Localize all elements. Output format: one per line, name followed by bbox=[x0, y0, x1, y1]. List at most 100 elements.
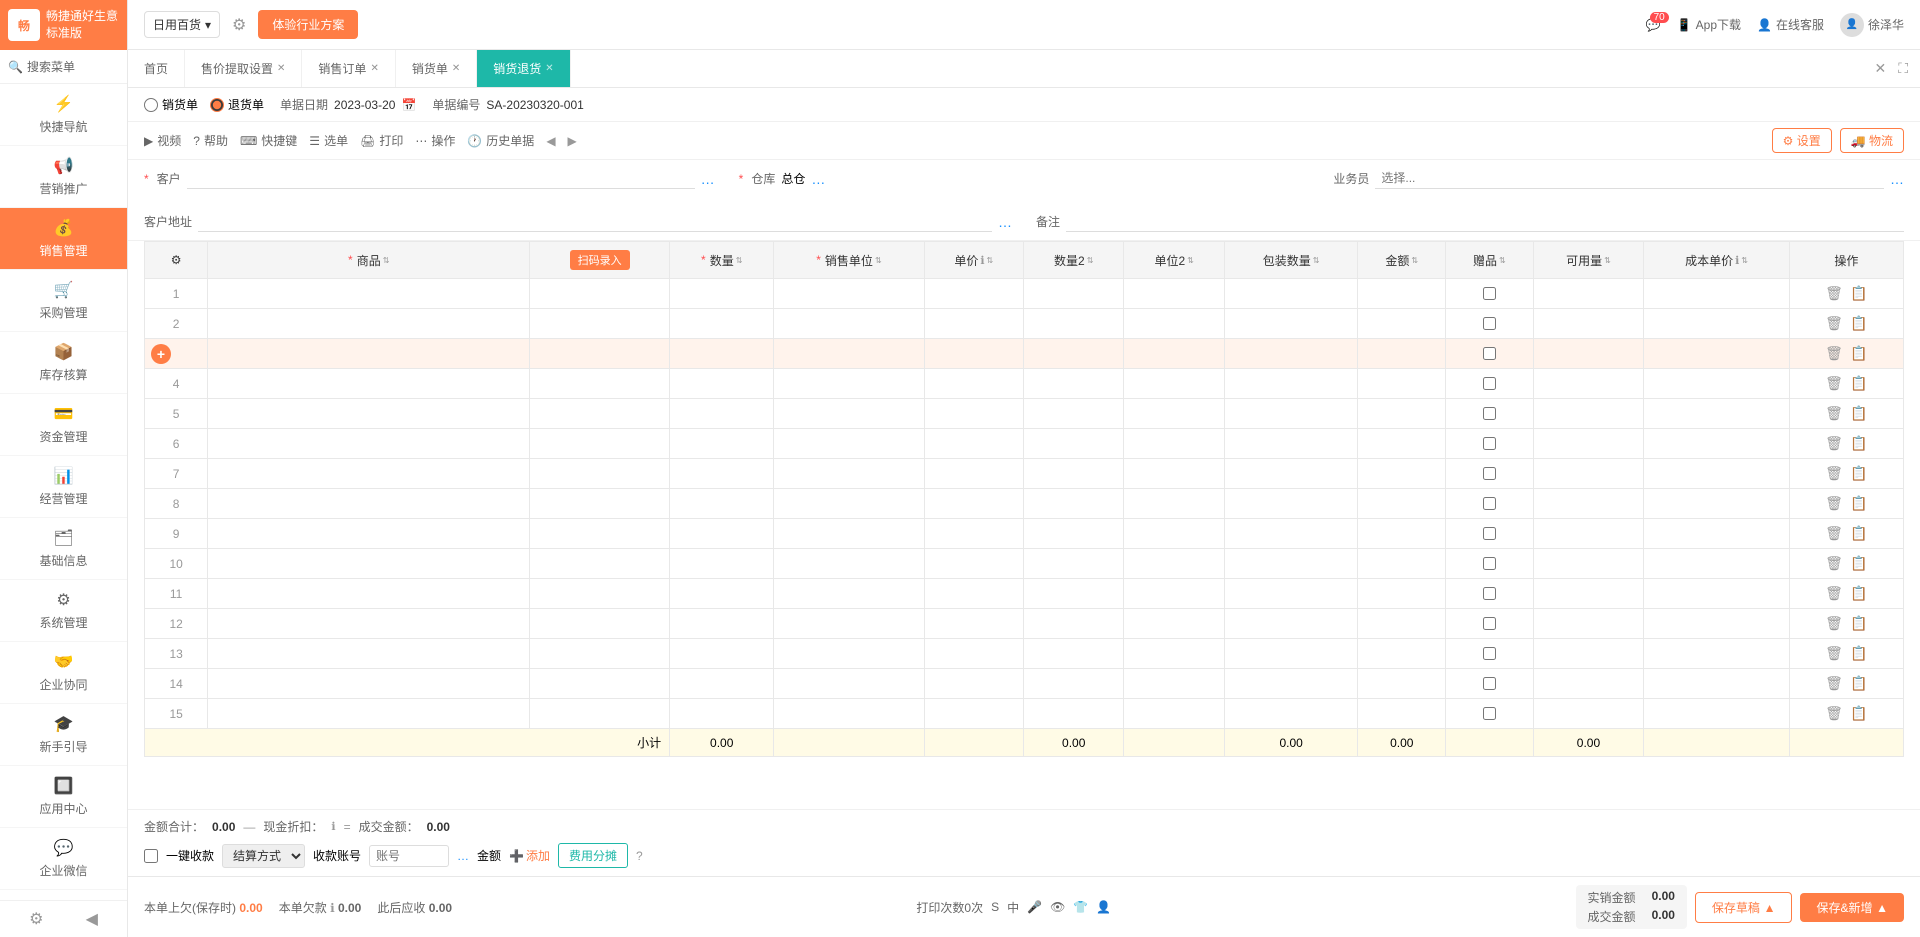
tab-sales_return[interactable]: 销货退货✕ bbox=[477, 50, 570, 87]
collapse-icon[interactable]: ◀ bbox=[86, 909, 98, 929]
sales-out-radio[interactable]: 销货单 bbox=[144, 96, 198, 113]
qty2-cell-8[interactable] bbox=[1024, 489, 1124, 519]
pkg-cell-12[interactable] bbox=[1224, 609, 1358, 639]
amount-cell-3[interactable] bbox=[1358, 339, 1446, 369]
amount-cell-9[interactable] bbox=[1358, 519, 1446, 549]
price-info-icon[interactable]: ℹ bbox=[980, 254, 984, 267]
price-cell-6[interactable] bbox=[924, 429, 1023, 459]
cost-cell-11[interactable] bbox=[1644, 579, 1789, 609]
gift-cell-2[interactable] bbox=[1446, 309, 1534, 339]
unit-cell-8[interactable] bbox=[774, 489, 924, 519]
pkg-cell-8[interactable] bbox=[1224, 489, 1358, 519]
price-cell-10[interactable] bbox=[924, 549, 1023, 579]
unit2-cell-7[interactable] bbox=[1124, 459, 1224, 489]
cost-cell-4[interactable] bbox=[1644, 369, 1789, 399]
search-menu[interactable]: 🔍 搜索菜单 bbox=[0, 50, 127, 84]
amount-cell-10[interactable] bbox=[1358, 549, 1446, 579]
unit2-cell-11[interactable] bbox=[1124, 579, 1224, 609]
qty-cell-15[interactable] bbox=[670, 699, 774, 729]
product-input-3[interactable] bbox=[214, 347, 523, 361]
amount-cell-7[interactable] bbox=[1358, 459, 1446, 489]
avail-cell-2[interactable] bbox=[1533, 309, 1644, 339]
gift-cell-3[interactable] bbox=[1446, 339, 1534, 369]
address-select-btn[interactable]: … bbox=[998, 214, 1012, 230]
product-cell-15[interactable] bbox=[208, 699, 530, 729]
pkg-cell-5[interactable] bbox=[1224, 399, 1358, 429]
copy-btn-7[interactable]: 📋 bbox=[1848, 463, 1869, 484]
add-payment-btn[interactable]: ➕ 添加 bbox=[509, 847, 550, 864]
price-cell-15[interactable] bbox=[924, 699, 1023, 729]
pkg-cell-13[interactable] bbox=[1224, 639, 1358, 669]
price-cell-14[interactable] bbox=[924, 669, 1023, 699]
sort-qty2-icon[interactable]: ⇅ bbox=[1087, 256, 1094, 265]
amount-cell-4[interactable] bbox=[1358, 369, 1446, 399]
amount-cell-2[interactable] bbox=[1358, 309, 1446, 339]
delete-btn-5[interactable]: 🗑 bbox=[1823, 403, 1845, 424]
qty2-cell-6[interactable] bbox=[1024, 429, 1124, 459]
th-scan[interactable]: 扫码录入 bbox=[530, 242, 670, 279]
industry-select[interactable]: 日用百货 ▾ bbox=[144, 11, 220, 38]
sort-pkg-icon[interactable]: ⇅ bbox=[1313, 256, 1320, 265]
pkg-cell-14[interactable] bbox=[1224, 669, 1358, 699]
unit2-cell-9[interactable] bbox=[1124, 519, 1224, 549]
delete-btn-7[interactable]: 🗑 bbox=[1823, 463, 1845, 484]
gift-cell-7[interactable] bbox=[1446, 459, 1534, 489]
settings-btn[interactable]: ⚙ 设置 bbox=[1772, 128, 1832, 153]
amount-cell-13[interactable] bbox=[1358, 639, 1446, 669]
select-action[interactable]: ☰ 选单 bbox=[309, 132, 348, 149]
cost-cell-8[interactable] bbox=[1644, 489, 1789, 519]
delete-btn-12[interactable]: 🗑 bbox=[1823, 613, 1845, 634]
qty2-cell-7[interactable] bbox=[1024, 459, 1124, 489]
delete-btn-4[interactable]: 🗑 bbox=[1823, 373, 1845, 394]
delete-btn-3[interactable]: 🗑 bbox=[1823, 343, 1845, 364]
sidebar-item-system[interactable]: ⚙系统管理 bbox=[0, 580, 127, 642]
avail-cell-11[interactable] bbox=[1533, 579, 1644, 609]
copy-btn-2[interactable]: 📋 bbox=[1848, 313, 1869, 334]
unit-cell-14[interactable] bbox=[774, 669, 924, 699]
operate-action[interactable]: ⋯ 操作 bbox=[415, 132, 455, 149]
scan-btn[interactable]: 扫码录入 bbox=[570, 250, 630, 270]
avail-cell-8[interactable] bbox=[1533, 489, 1644, 519]
avail-cell-13[interactable] bbox=[1533, 639, 1644, 669]
logistics-btn[interactable]: 🚚 物流 bbox=[1840, 128, 1904, 153]
price-cell-7[interactable] bbox=[924, 459, 1023, 489]
product-cell-9[interactable] bbox=[208, 519, 530, 549]
qty2-cell-9[interactable] bbox=[1024, 519, 1124, 549]
tool-s-icon[interactable]: S bbox=[991, 900, 999, 914]
product-cell-6[interactable] bbox=[208, 429, 530, 459]
sidebar-item-marketing[interactable]: 📢营销推广 bbox=[0, 146, 127, 208]
app-download-item[interactable]: 📱 App下载 bbox=[1677, 16, 1741, 33]
price-cell-11[interactable] bbox=[924, 579, 1023, 609]
delete-btn-13[interactable]: 🗑 bbox=[1823, 643, 1845, 664]
copy-btn-10[interactable]: 📋 bbox=[1848, 553, 1869, 574]
help-action[interactable]: ? 帮助 bbox=[193, 132, 228, 149]
cost-cell-12[interactable] bbox=[1644, 609, 1789, 639]
copy-btn-11[interactable]: 📋 bbox=[1848, 583, 1869, 604]
address-input[interactable] bbox=[198, 211, 992, 232]
staff-select-btn[interactable]: … bbox=[1890, 171, 1904, 187]
qty-cell-5[interactable] bbox=[670, 399, 774, 429]
delete-btn-10[interactable]: 🗑 bbox=[1823, 553, 1845, 574]
cost-cell-5[interactable] bbox=[1644, 399, 1789, 429]
gift-cell-13[interactable] bbox=[1446, 639, 1534, 669]
user-profile[interactable]: 👤 徐泽华 bbox=[1840, 13, 1904, 37]
gift-cell-12[interactable] bbox=[1446, 609, 1534, 639]
delete-btn-9[interactable]: 🗑 bbox=[1823, 523, 1845, 544]
qty2-cell-1[interactable] bbox=[1024, 279, 1124, 309]
sidebar-item-sales[interactable]: 💰销售管理 bbox=[0, 208, 127, 270]
unit2-cell-15[interactable] bbox=[1124, 699, 1224, 729]
qty2-cell-14[interactable] bbox=[1024, 669, 1124, 699]
sidebar-item-inventory[interactable]: 📦库存核算 bbox=[0, 332, 127, 394]
cost-cell-2[interactable] bbox=[1644, 309, 1789, 339]
unit-cell-6[interactable] bbox=[774, 429, 924, 459]
qty2-cell-4[interactable] bbox=[1024, 369, 1124, 399]
tab-close-sales_order[interactable]: ✕ bbox=[370, 63, 378, 74]
unit2-cell-10[interactable] bbox=[1124, 549, 1224, 579]
avail-cell-10[interactable] bbox=[1533, 549, 1644, 579]
product-cell-1[interactable] bbox=[208, 279, 530, 309]
copy-btn-14[interactable]: 📋 bbox=[1848, 673, 1869, 694]
unit-cell-11[interactable] bbox=[774, 579, 924, 609]
staff-input[interactable] bbox=[1375, 168, 1884, 189]
payment-method-select[interactable]: 结算方式 bbox=[222, 844, 305, 868]
online-service-item[interactable]: 👤 在线客服 bbox=[1757, 16, 1824, 33]
